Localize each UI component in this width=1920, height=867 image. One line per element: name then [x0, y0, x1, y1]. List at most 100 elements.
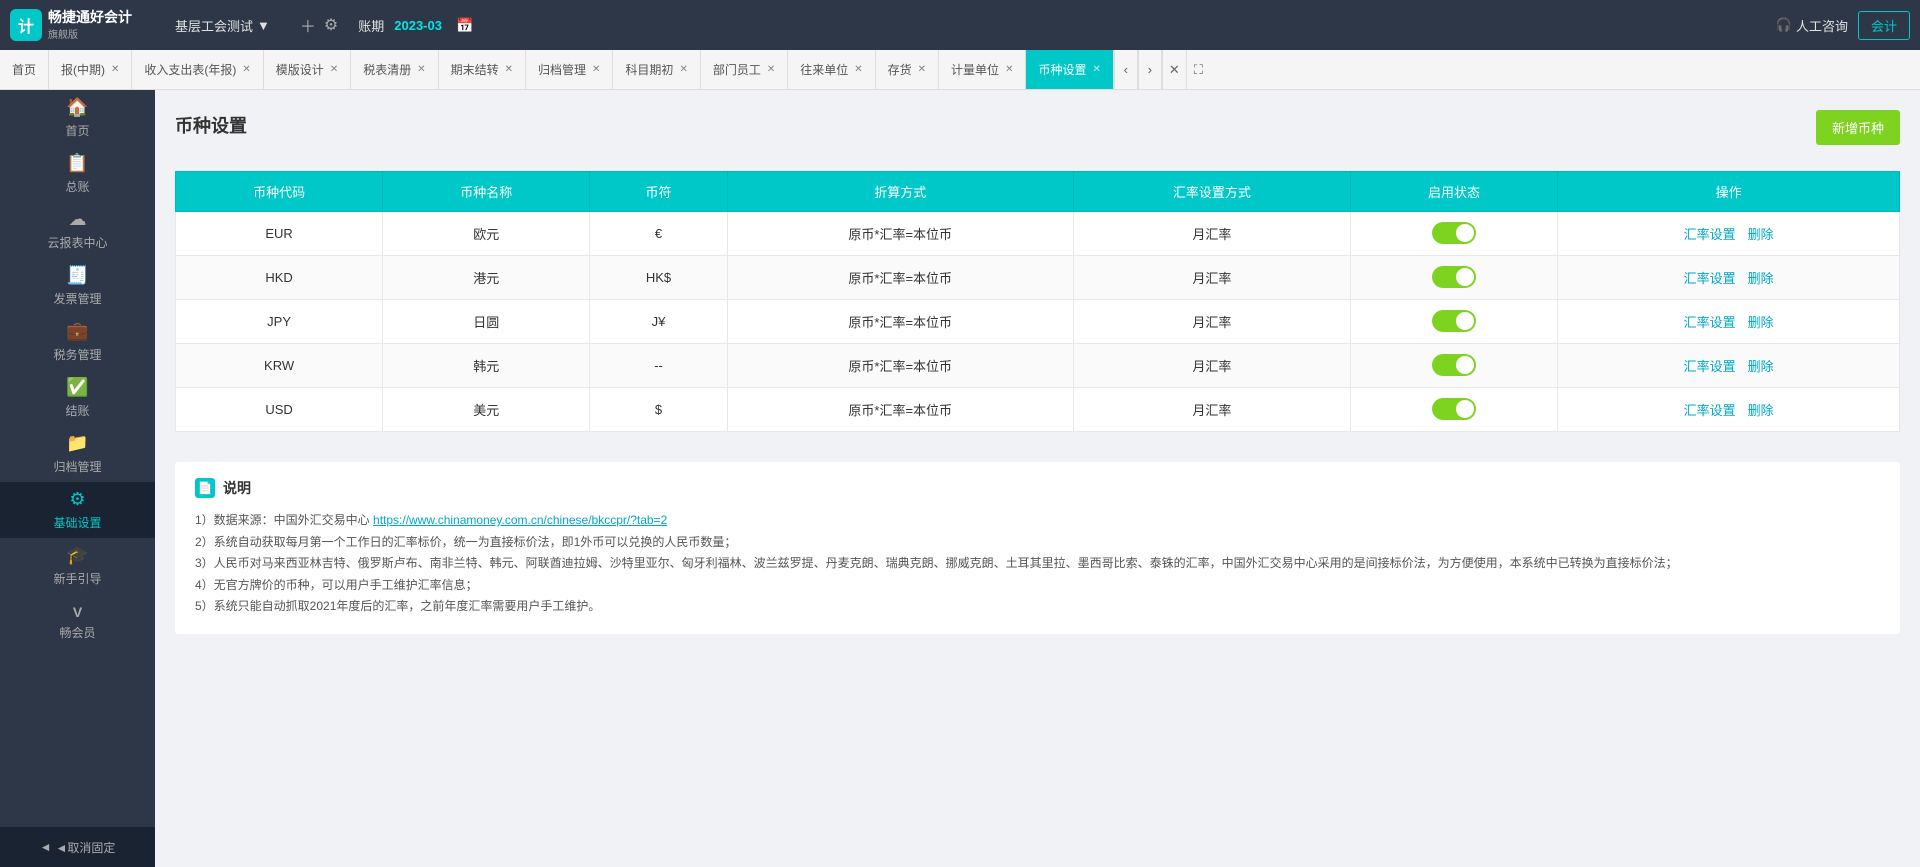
rate-setting-link[interactable]: 汇率设置	[1684, 227, 1736, 242]
status-toggle[interactable]	[1432, 266, 1476, 288]
tab-close-icon[interactable]: ✕	[1092, 64, 1100, 75]
tab-contacts[interactable]: 往来单位 ✕	[788, 50, 875, 90]
delete-link[interactable]: 删除	[1748, 403, 1774, 418]
top-bar: 计 畅捷通好会计 旗舰版 基层工会测试 ▼ ＋ ⚙ 账期 2023-03 📅 🎧…	[0, 0, 1920, 50]
tab-close-icon[interactable]: ✕	[767, 64, 775, 75]
tab-close-icon[interactable]: ✕	[854, 64, 862, 75]
notice-icon: 📄	[195, 478, 215, 498]
delete-link[interactable]: 删除	[1748, 359, 1774, 374]
sidebar-collapse-button[interactable]: ◄ ◄取消固定	[0, 827, 155, 867]
content-area: 币种设置 新增币种 币种代码 币种名称 币符 折算方式 汇率设置方式 启用状态 …	[155, 90, 1920, 867]
main-layout: 🏠 首页 📋 总账 ☁ 云报表中心 🧾 发票管理 💼 税务管理 ✅ 结账 📁 归…	[0, 90, 1920, 867]
cell-rate-type: 月汇率	[1073, 212, 1350, 256]
sidebar-item-guide[interactable]: 🎓 新手引导	[0, 538, 155, 594]
tab-close-icon[interactable]: ✕	[417, 64, 425, 75]
cell-name: 韩元	[383, 344, 590, 388]
sidebar-item-home[interactable]: 🏠 首页	[0, 90, 155, 146]
settings-icon[interactable]: ⚙	[324, 15, 338, 35]
tab-template[interactable]: 模版设计 ✕	[264, 50, 351, 90]
sidebar-item-label: 税务管理	[53, 346, 101, 363]
tab-report-mid[interactable]: 报(中期) ✕	[49, 50, 132, 90]
tab-close-icon[interactable]: ✕	[918, 64, 926, 75]
tab-close-icon[interactable]: ✕	[330, 64, 338, 75]
account-button[interactable]: 会计	[1858, 11, 1910, 40]
tab-label: 税表清册	[363, 61, 411, 78]
tab-close-icon[interactable]: ✕	[242, 64, 250, 75]
status-toggle[interactable]	[1432, 398, 1476, 420]
sidebar-item-vip[interactable]: V 畅会员	[0, 594, 155, 650]
tab-close-all-button[interactable]: ✕	[1162, 50, 1186, 90]
tab-next-button[interactable]: ›	[1138, 50, 1162, 90]
sidebar-item-general-ledger[interactable]: 📋 总账	[0, 146, 155, 202]
notice-items: 1）数据来源：中国外汇交易中心 https://www.chinamoney.c…	[195, 510, 1880, 618]
col-header-status: 启用状态	[1350, 172, 1557, 212]
archive-icon: 📁	[66, 433, 88, 454]
tab-label: 币种设置	[1038, 61, 1086, 78]
col-header-actions: 操作	[1558, 172, 1900, 212]
tab-inventory[interactable]: 存货 ✕	[876, 50, 939, 90]
tab-close-icon[interactable]: ✕	[1005, 64, 1013, 75]
rate-setting-link[interactable]: 汇率设置	[1684, 403, 1736, 418]
tab-department[interactable]: 部门员工 ✕	[701, 50, 788, 90]
cell-rate-type: 月汇率	[1073, 300, 1350, 344]
tab-label: 往来单位	[800, 61, 848, 78]
notice-box: 📄 说明 1）数据来源：中国外汇交易中心 https://www.chinamo…	[175, 462, 1900, 634]
cell-actions: 汇率设置删除	[1558, 388, 1900, 432]
rate-setting-link[interactable]: 汇率设置	[1684, 359, 1736, 374]
col-header-rate-type: 汇率设置方式	[1073, 172, 1350, 212]
tab-archive[interactable]: 归档管理 ✕	[526, 50, 613, 90]
add-tab-button[interactable]: ＋	[300, 13, 316, 37]
support-button[interactable]: 🎧 人工咨询	[1776, 16, 1848, 35]
tab-home[interactable]: 首页	[0, 50, 49, 90]
cell-status	[1350, 388, 1557, 432]
delete-link[interactable]: 删除	[1748, 315, 1774, 330]
rate-setting-link[interactable]: 汇率设置	[1684, 271, 1736, 286]
tab-expand-button[interactable]: ⛶	[1186, 50, 1210, 90]
tab-close-icon[interactable]: ✕	[111, 64, 119, 75]
app-version: 旗舰版	[48, 26, 132, 41]
status-toggle[interactable]	[1432, 310, 1476, 332]
tab-income-year[interactable]: 收入支出表(年报) ✕	[132, 50, 263, 90]
tab-prev-button[interactable]: ‹	[1114, 50, 1138, 90]
sidebar-item-label: 畅会员	[59, 624, 95, 641]
period-value[interactable]: 2023-03	[394, 18, 442, 33]
sidebar-item-reports[interactable]: ☁ 云报表中心	[0, 202, 155, 258]
tab-close-icon[interactable]: ✕	[505, 64, 513, 75]
collapse-label: ◄取消固定	[56, 839, 116, 856]
new-currency-button[interactable]: 新增币种	[1816, 110, 1900, 145]
workspace-selector[interactable]: 基层工会测试 ▼	[175, 16, 270, 35]
sidebar-item-settings[interactable]: ⚙ 基础设置	[0, 482, 155, 538]
sidebar-item-label: 发票管理	[53, 290, 101, 307]
notice-item-1: 1）数据来源：中国外汇交易中心 https://www.chinamoney.c…	[195, 510, 1880, 532]
cell-name: 欧元	[383, 212, 590, 256]
guide-icon: 🎓	[66, 545, 88, 566]
rate-setting-link[interactable]: 汇率设置	[1684, 315, 1736, 330]
cell-status	[1350, 212, 1557, 256]
cell-symbol: J¥	[590, 300, 727, 344]
sidebar-item-invoice[interactable]: 🧾 发票管理	[0, 258, 155, 314]
delete-link[interactable]: 删除	[1748, 271, 1774, 286]
tab-currency[interactable]: 币种设置 ✕	[1026, 50, 1113, 90]
col-header-code: 币种代码	[176, 172, 383, 212]
tab-close-icon[interactable]: ✕	[679, 64, 687, 75]
tab-close-icon[interactable]: ✕	[592, 64, 600, 75]
calendar-icon[interactable]: 📅	[456, 17, 473, 34]
tab-period-close[interactable]: 期末结转 ✕	[439, 50, 526, 90]
sidebar-item-archive[interactable]: 📁 归档管理	[0, 426, 155, 482]
delete-link[interactable]: 删除	[1748, 227, 1774, 242]
status-toggle[interactable]	[1432, 222, 1476, 244]
sidebar-item-checkout[interactable]: ✅ 结账	[0, 370, 155, 426]
sidebar-item-tax[interactable]: 💼 税务管理	[0, 314, 155, 370]
notice-item-3: 3）人民币对马来西亚林吉特、俄罗斯卢布、南非兰特、韩元、阿联酋迪拉姆、沙特里亚尔…	[195, 553, 1880, 575]
tab-label: 归档管理	[538, 61, 586, 78]
cell-conversion: 原币*汇率=本位币	[727, 344, 1073, 388]
notice-link[interactable]: https://www.chinamoney.com.cn/chinese/bk…	[373, 513, 667, 527]
tab-tax-table[interactable]: 税表清册 ✕	[351, 50, 438, 90]
cell-status	[1350, 344, 1557, 388]
cell-rate-type: 月汇率	[1073, 388, 1350, 432]
status-toggle[interactable]	[1432, 354, 1476, 376]
cell-symbol: €	[590, 212, 727, 256]
tab-subject-init[interactable]: 科目期初 ✕	[613, 50, 700, 90]
tab-unit[interactable]: 计量单位 ✕	[939, 50, 1026, 90]
tab-label: 期末结转	[451, 61, 499, 78]
